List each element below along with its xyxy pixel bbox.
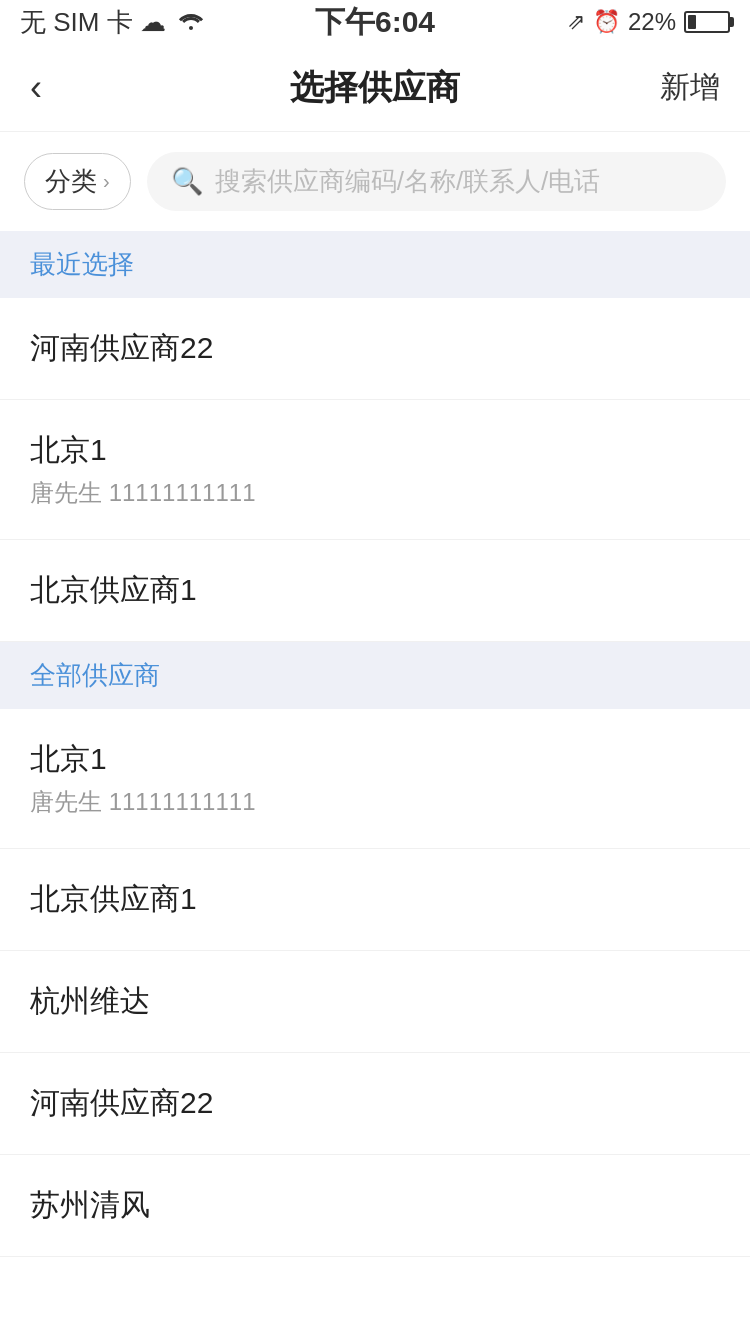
nav-bar: ‹ 选择供应商 新增 — [0, 44, 750, 132]
list-item[interactable]: 北京供应商1 — [0, 540, 750, 642]
category-label: 分类 — [45, 164, 97, 199]
all-section-header: 全部供应商 — [0, 642, 750, 709]
all-list: 北京1 唐先生 11111111111 北京供应商1 杭州维达河南供应商22 苏州清风 — [0, 709, 750, 1257]
battery-fill — [688, 15, 696, 29]
category-button[interactable]: 分类 › — [24, 153, 131, 210]
no-sim-label: 无 SIM 卡 ☁ — [20, 5, 166, 40]
list-item[interactable]: 苏州清风 — [0, 1155, 750, 1257]
list-item[interactable]: 河南供应商22 — [0, 298, 750, 400]
recent-list: 河南供应商22 北京1 唐先生 11111111111 北京供应商1 — [0, 298, 750, 642]
status-bar: 无 SIM 卡 ☁ 下午6:04 ⇗ ⏰ 22% — [0, 0, 750, 44]
filter-area: 分类 › 🔍 搜索供应商编码/名称/联系人/电话 — [0, 132, 750, 231]
list-item-name: 北京1 — [30, 430, 720, 471]
search-placeholder: 搜索供应商编码/名称/联系人/电话 — [215, 164, 601, 199]
status-left: 无 SIM 卡 ☁ — [20, 5, 206, 40]
list-item-sub: 唐先生 11111111111 — [30, 477, 720, 509]
location-icon: ⇗ — [567, 9, 585, 35]
list-item[interactable]: 北京1 唐先生 11111111111 — [0, 709, 750, 849]
new-action-button[interactable]: 新增 — [660, 67, 720, 108]
recent-section-header: 最近选择 — [0, 231, 750, 298]
wifi-icon — [176, 7, 206, 38]
list-item[interactable]: 河南供应商22 — [0, 1053, 750, 1155]
list-item-name: 河南供应商22 — [30, 1083, 720, 1124]
list-item-sub: 唐先生 11111111111 — [30, 786, 720, 818]
list-item[interactable]: 北京1 唐先生 11111111111 — [0, 400, 750, 540]
list-item[interactable]: 杭州维达 — [0, 951, 750, 1053]
all-section-label: 全部供应商 — [30, 660, 160, 690]
page-title: 选择供应商 — [290, 65, 460, 111]
list-item-name: 苏州清风 — [30, 1185, 720, 1226]
recent-section-label: 最近选择 — [30, 249, 134, 279]
list-item[interactable]: 北京供应商1 — [0, 849, 750, 951]
list-item-name: 河南供应商22 — [30, 328, 720, 369]
search-icon: 🔍 — [171, 166, 203, 197]
status-right: ⇗ ⏰ 22% — [567, 8, 730, 36]
back-button[interactable]: ‹ — [30, 67, 90, 109]
list-item-name: 北京供应商1 — [30, 879, 720, 920]
list-item-name: 北京1 — [30, 739, 720, 780]
search-input-box[interactable]: 🔍 搜索供应商编码/名称/联系人/电话 — [147, 152, 726, 211]
battery-percent: 22% — [628, 8, 676, 36]
list-item-name: 杭州维达 — [30, 981, 720, 1022]
status-time: 下午6:04 — [315, 2, 435, 43]
alarm-icon: ⏰ — [593, 9, 620, 35]
list-item-name: 北京供应商1 — [30, 570, 720, 611]
chevron-right-icon: › — [103, 170, 110, 193]
battery-icon — [684, 11, 730, 33]
